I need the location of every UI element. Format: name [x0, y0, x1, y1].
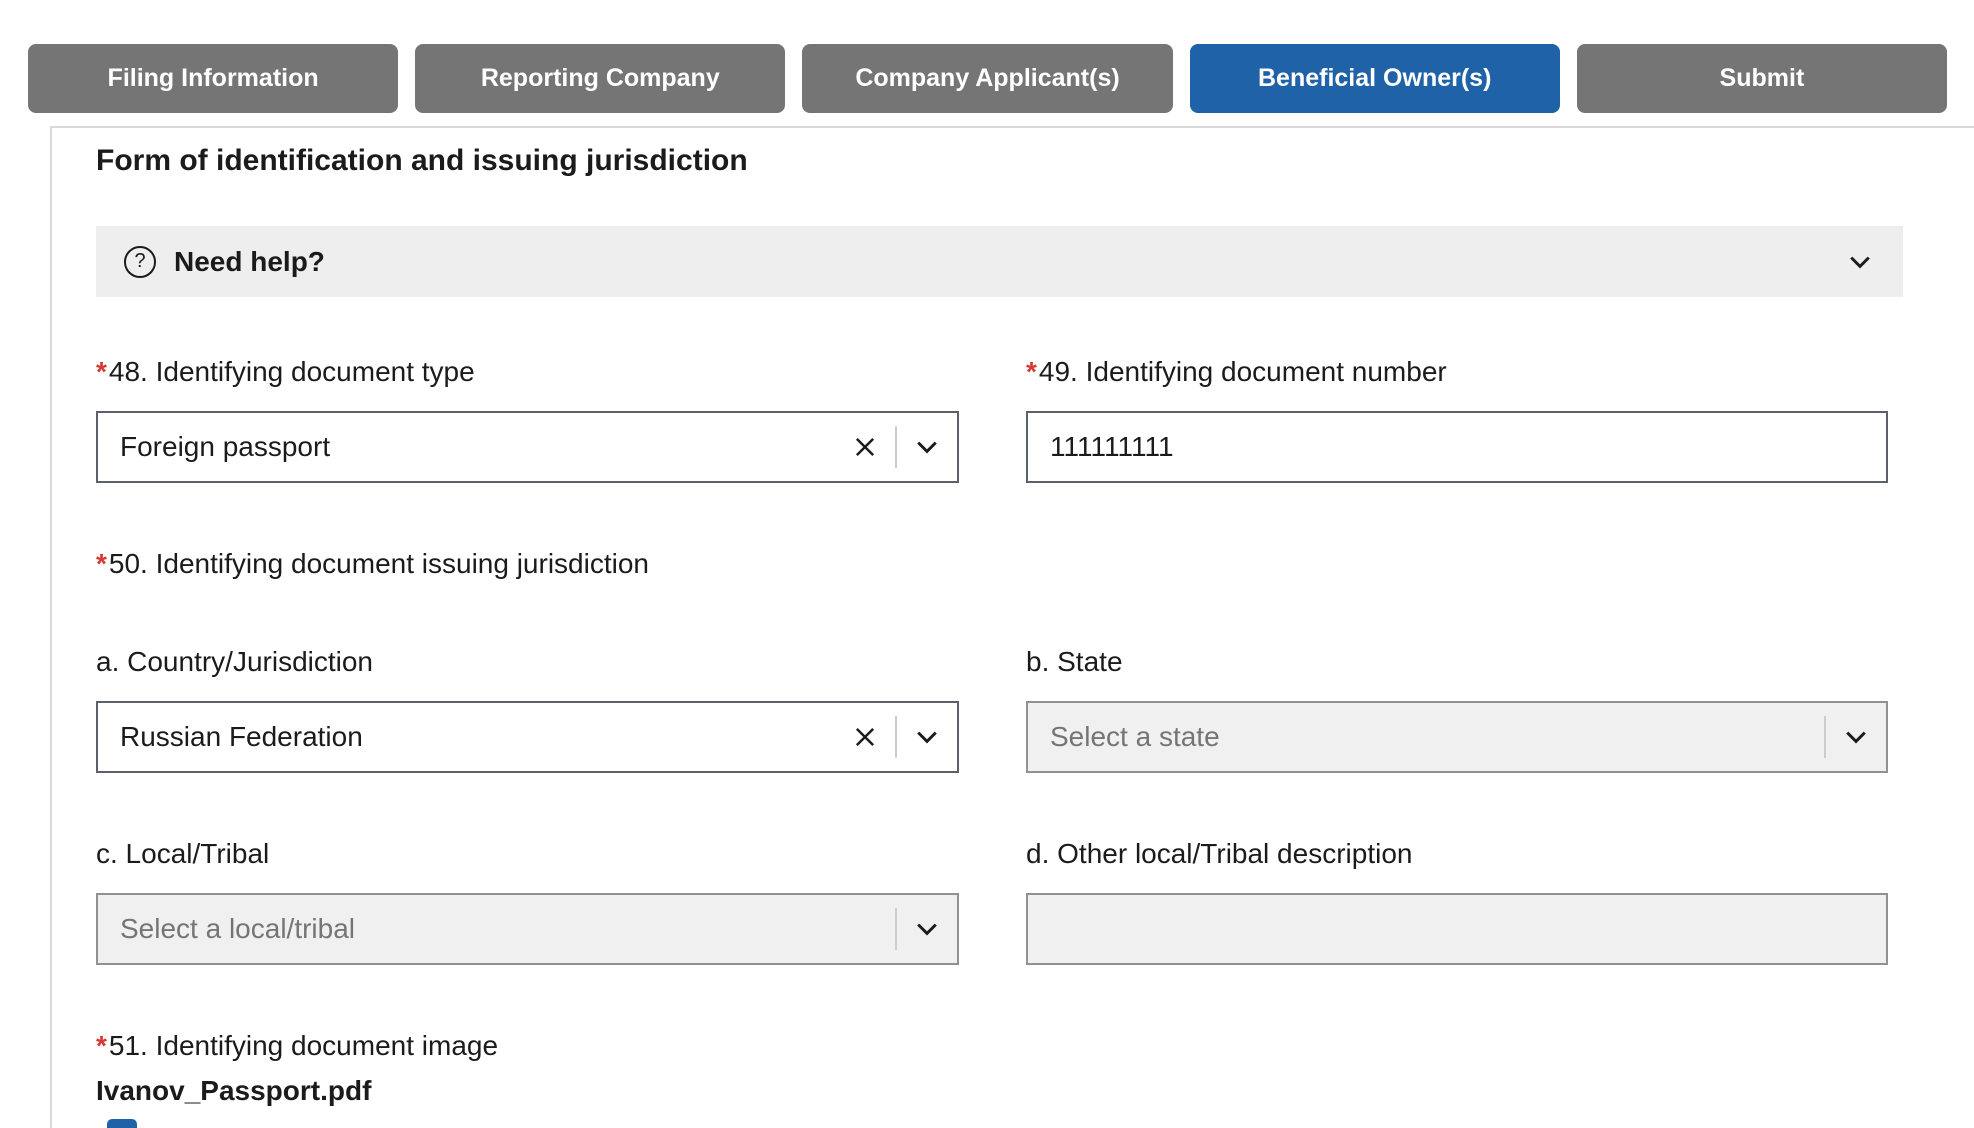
field-49-label: *49. Identifying document number [1026, 355, 1888, 389]
chevron-down-icon[interactable] [897, 703, 957, 771]
required-asterisk: * [96, 1030, 107, 1061]
tab-reporting-company[interactable]: Reporting Company [415, 44, 785, 113]
field-51-label-text: 51. Identifying document image [109, 1030, 498, 1061]
field-50c: c. Local/Tribal Select a local/tribal [96, 837, 959, 965]
field-50a: a. Country/Jurisdiction [96, 645, 959, 773]
field-50a-label: a. Country/Jurisdiction [96, 645, 959, 679]
field-48: *48. Identifying document type [96, 355, 959, 483]
uploaded-file-name: Ivanov_Passport.pdf [96, 1075, 1888, 1107]
chevron-down-icon [897, 895, 957, 963]
country-input[interactable] [98, 703, 835, 771]
need-help-label: Need help? [174, 246, 325, 278]
clear-icon[interactable] [835, 703, 895, 771]
boi-filing-screen: Filing Information Reporting Company Com… [0, 0, 1974, 1128]
state-select-placeholder: Select a state [1028, 721, 1824, 753]
field-50d: d. Other local/Tribal description [1026, 837, 1888, 965]
form-section-tabs: Filing Information Reporting Company Com… [28, 44, 1947, 113]
field-51: *51. Identifying document image Ivanov_P… [96, 1029, 1888, 1107]
doc-type-input[interactable] [98, 413, 835, 481]
partial-hidden-button[interactable] [107, 1119, 137, 1128]
need-help-accordion[interactable]: ? Need help? [96, 226, 1903, 297]
local-tribal-select: Select a local/tribal [96, 893, 959, 965]
required-asterisk: * [1026, 356, 1037, 387]
tab-company-applicants[interactable]: Company Applicant(s) [802, 44, 1172, 113]
field-51-label: *51. Identifying document image [96, 1029, 1888, 1063]
help-circle-icon: ? [124, 246, 156, 278]
form-panel: Form of identification and issuing juris… [50, 126, 1974, 1128]
field-48-label: *48. Identifying document type [96, 355, 959, 389]
field-50: *50. Identifying document issuing jurisd… [96, 547, 1888, 581]
field-49-label-text: 49. Identifying document number [1039, 356, 1447, 387]
local-tribal-select-placeholder: Select a local/tribal [98, 913, 895, 945]
field-50b: b. State Select a state [1026, 645, 1888, 773]
field-49: *49. Identifying document number [1026, 355, 1888, 483]
doc-number-input[interactable] [1026, 411, 1888, 483]
country-combobox [96, 701, 959, 773]
section-heading: Form of identification and issuing juris… [96, 142, 1974, 180]
other-local-tribal-input [1026, 893, 1888, 965]
field-50d-label: d. Other local/Tribal description [1026, 837, 1888, 871]
chevron-down-icon [1826, 703, 1886, 771]
chevron-down-icon [1845, 247, 1875, 277]
field-50-label-text: 50. Identifying document issuing jurisdi… [109, 548, 649, 579]
tab-filing-information[interactable]: Filing Information [28, 44, 398, 113]
field-48-label-text: 48. Identifying document type [109, 356, 475, 387]
field-50b-label: b. State [1026, 645, 1888, 679]
fields-grid: *48. Identifying document type *49. Iden… [96, 355, 1974, 1107]
field-50c-label: c. Local/Tribal [96, 837, 959, 871]
required-asterisk: * [96, 356, 107, 387]
field-50-label: *50. Identifying document issuing jurisd… [96, 547, 1888, 581]
required-asterisk: * [96, 548, 107, 579]
clear-icon[interactable] [835, 413, 895, 481]
chevron-down-icon[interactable] [897, 413, 957, 481]
tab-submit[interactable]: Submit [1577, 44, 1947, 113]
doc-type-combobox [96, 411, 959, 483]
state-select: Select a state [1026, 701, 1888, 773]
tab-beneficial-owners[interactable]: Beneficial Owner(s) [1190, 44, 1560, 113]
